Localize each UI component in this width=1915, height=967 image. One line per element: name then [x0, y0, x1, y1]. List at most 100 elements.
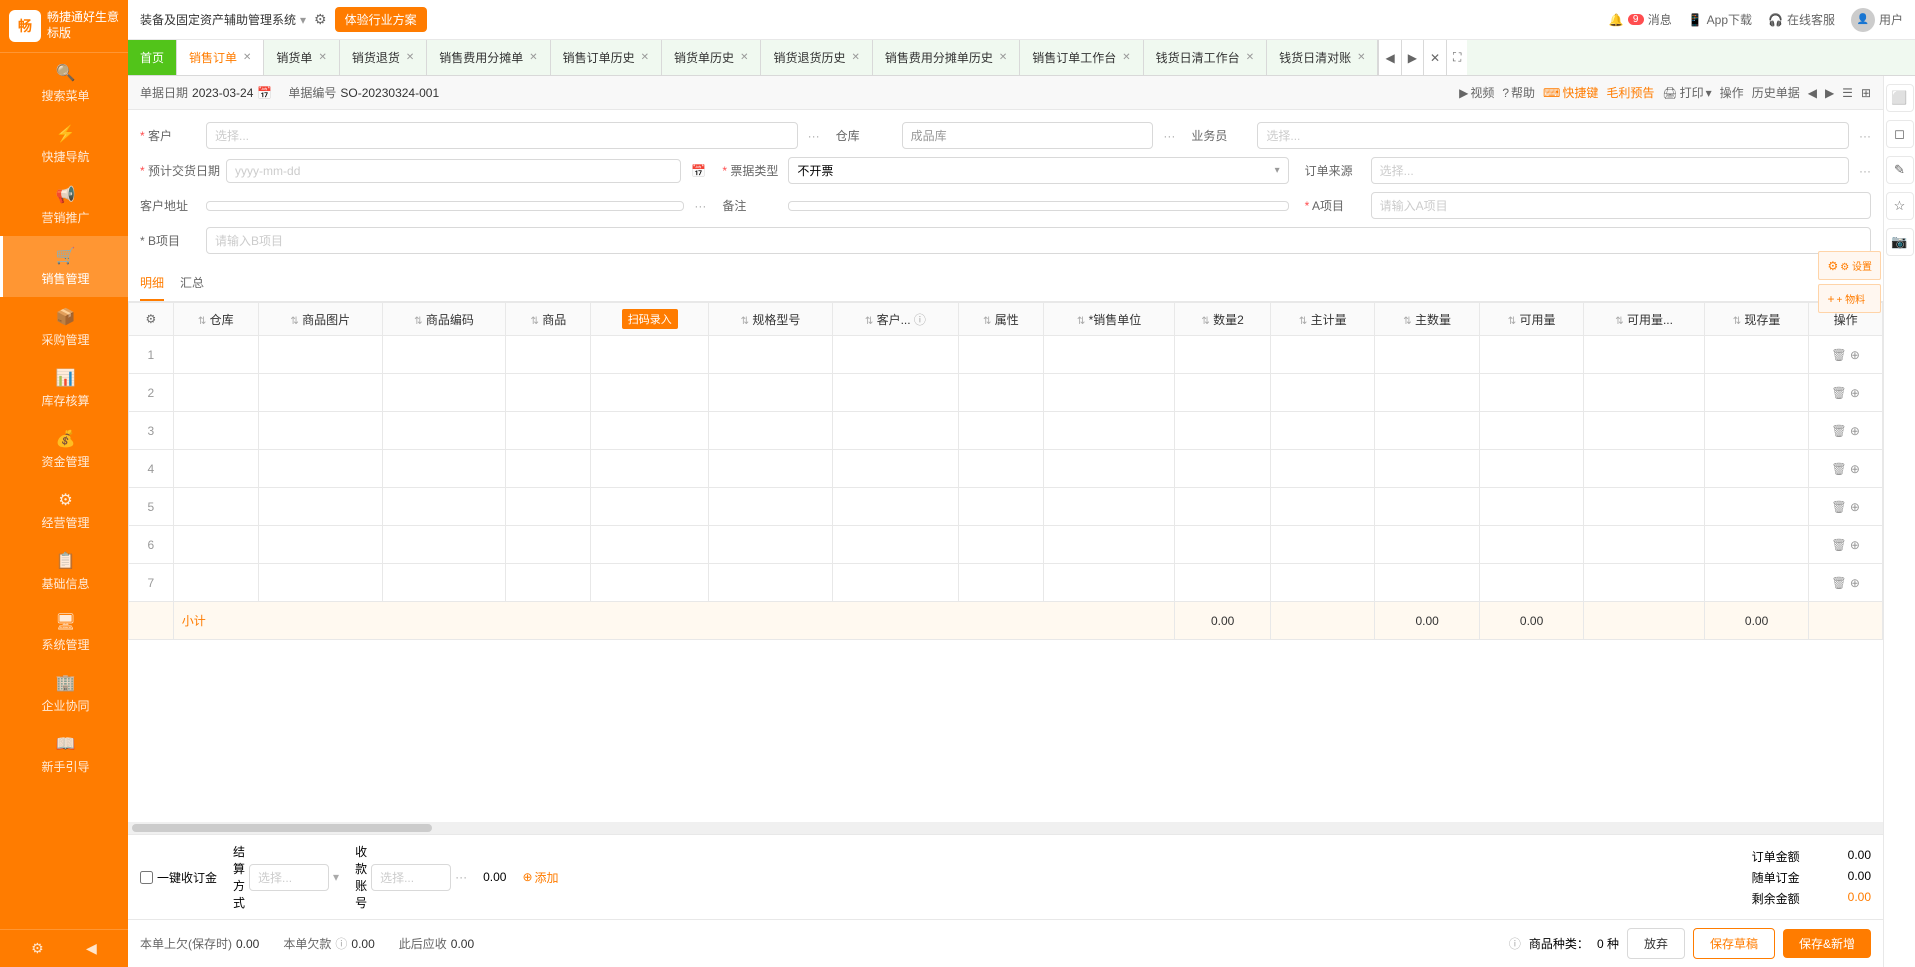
nav-next-icon[interactable]: ▶ — [1825, 86, 1834, 100]
row-unit[interactable] — [1043, 336, 1174, 374]
tab-close-icon[interactable]: ✕ — [1122, 52, 1130, 63]
copy-icon[interactable]: ⊕ — [1850, 348, 1860, 362]
sidebar-item-search[interactable]: 🔍 搜索菜单 — [0, 53, 128, 114]
tab-sales-order-history[interactable]: 销售订单历史 ✕ — [551, 40, 662, 76]
right-panel-icon-5[interactable]: 📷 — [1886, 228, 1914, 256]
sidebar-item-finance[interactable]: 💰 资金管理 — [0, 419, 128, 480]
tab-close-icon[interactable]: ✕ — [1246, 52, 1254, 63]
row-attributes[interactable] — [958, 336, 1043, 374]
shortcut-link[interactable]: ⌨ 快捷键 — [1543, 84, 1598, 101]
customer-input[interactable]: 选择... — [206, 122, 798, 149]
nav-prev-icon[interactable]: ◀ — [1808, 86, 1817, 100]
delete-icon[interactable]: 🗑 — [1831, 500, 1846, 514]
discard-button[interactable]: 放弃 — [1627, 928, 1685, 959]
scan-button[interactable]: 扫码录入 — [622, 309, 678, 329]
sidebar-item-inventory[interactable]: 📊 库存核算 — [0, 358, 128, 419]
note-input[interactable] — [788, 201, 1288, 211]
tab-receivable-workbench[interactable]: 钱货日清工作台 ✕ — [1144, 40, 1267, 76]
industry-button[interactable]: 体验行业方案 — [335, 7, 427, 32]
tab-return-history[interactable]: 销货退货历史 ✕ — [761, 40, 872, 76]
dropdown-icon[interactable]: ▾ — [300, 13, 306, 27]
sidebar-item-system[interactable]: 🖥 系统管理 — [0, 602, 128, 663]
salesperson-expand-icon[interactable]: ··· — [1859, 129, 1871, 143]
add-item-button[interactable]: + + 物料 — [1818, 284, 1881, 313]
b-project-input[interactable]: 请输入B项目 — [206, 227, 1871, 254]
bank-expand-icon[interactable]: ··· — [455, 870, 467, 884]
row-spec[interactable] — [709, 336, 833, 374]
row-qty2[interactable] — [1175, 336, 1271, 374]
row-main-qty[interactable] — [1375, 336, 1479, 374]
view-link[interactable]: ▶ 视频 — [1459, 84, 1494, 101]
th-settings[interactable]: ⚙ — [129, 303, 174, 336]
row-product-image[interactable] — [258, 336, 382, 374]
tab-reconciliation[interactable]: 钱货日清对账 ✕ — [1267, 40, 1378, 76]
tab-close-icon[interactable]: ✕ — [529, 52, 537, 63]
row-product[interactable] — [506, 336, 591, 374]
bank-account-input[interactable]: 选择... — [371, 864, 451, 891]
history-link[interactable]: 历史单据 — [1752, 84, 1800, 101]
tab-sales-order[interactable]: 销售订单 ✕ — [177, 40, 264, 76]
tab-next-btn[interactable]: ▶ — [1401, 40, 1423, 76]
payment-method-input[interactable]: 选择... — [249, 864, 329, 891]
settings-bottom-icon[interactable]: ⚙ — [31, 940, 44, 957]
tab-close-icon[interactable]: ✕ — [740, 52, 748, 63]
user-group[interactable]: 👤 用户 — [1851, 8, 1903, 32]
right-panel-icon-3[interactable]: ✎ — [1886, 156, 1914, 184]
grid-view-icon[interactable]: ⊞ — [1861, 86, 1871, 100]
tab-close-icon[interactable]: ✕ — [318, 52, 326, 63]
warehouse-expand-icon[interactable]: ··· — [1163, 129, 1175, 143]
delete-icon[interactable]: 🗑 — [1831, 462, 1846, 476]
tab-close-icon[interactable]: ✕ — [1357, 52, 1365, 63]
salesperson-input[interactable]: 选择... — [1257, 122, 1849, 149]
profit-link[interactable]: 毛利预告 — [1606, 84, 1654, 101]
order-source-expand-icon[interactable]: ··· — [1859, 164, 1871, 178]
delete-icon[interactable]: 🗑 — [1831, 538, 1846, 552]
order-source-input[interactable]: 选择... — [1371, 157, 1849, 184]
online-service-group[interactable]: 🎧 在线客服 — [1768, 11, 1835, 28]
notification-group[interactable]: 🔔 9 消息 — [1609, 11, 1672, 28]
tab-prev-btn[interactable]: ◀ — [1378, 40, 1400, 76]
tab-detail[interactable]: 明细 — [140, 266, 164, 301]
tab-close-icon[interactable]: ✕ — [641, 52, 649, 63]
warehouse-input[interactable]: 成品库 — [902, 122, 1154, 149]
calendar-icon[interactable]: 📅 — [691, 164, 706, 178]
tab-close-icon[interactable]: ✕ — [406, 52, 414, 63]
copy-icon[interactable]: ⊕ — [1850, 576, 1860, 590]
tab-sales-return[interactable]: 销货退货 ✕ — [340, 40, 427, 76]
copy-icon[interactable]: ⊕ — [1850, 424, 1860, 438]
row-product-code[interactable] — [382, 336, 506, 374]
one-click-collect-label[interactable]: 一键收订金 — [140, 869, 217, 886]
row-warehouse[interactable] — [173, 336, 258, 374]
sidebar-item-base-info[interactable]: 📋 基础信息 — [0, 541, 128, 602]
tab-sales-workbench[interactable]: 销售订单工作台 ✕ — [1020, 40, 1143, 76]
delete-icon[interactable]: 🗑 — [1831, 424, 1846, 438]
tab-invoice-history[interactable]: 销货单历史 ✕ — [662, 40, 761, 76]
delete-icon[interactable]: 🗑 — [1831, 576, 1846, 590]
scroll-thumb[interactable] — [132, 824, 432, 832]
tab-sales-expense[interactable]: 销售费用分摊单 ✕ — [427, 40, 550, 76]
sidebar-item-operations[interactable]: ⚙ 经营管理 — [0, 480, 128, 541]
row-current-stock[interactable] — [1704, 336, 1808, 374]
row-available[interactable] — [1479, 336, 1583, 374]
copy-icon[interactable]: ⊕ — [1850, 500, 1860, 514]
collapse-icon[interactable]: ◀ — [86, 940, 97, 957]
date-value[interactable]: 2023-03-24 — [192, 86, 253, 100]
tab-close-icon[interactable]: ✕ — [999, 52, 1007, 63]
row-customer-code[interactable] — [832, 336, 958, 374]
sidebar-item-guide[interactable]: 📖 新手引导 — [0, 724, 128, 785]
copy-icon[interactable]: ⊕ — [1850, 386, 1860, 400]
right-panel-icon-4[interactable]: ☆ — [1886, 192, 1914, 220]
sidebar-item-enterprise[interactable]: 🏢 企业协同 — [0, 663, 128, 724]
row-available2[interactable] — [1584, 336, 1705, 374]
tab-sales-invoice[interactable]: 销货单 ✕ — [264, 40, 339, 76]
sidebar-item-quick-nav[interactable]: ⚡ 快捷导航 — [0, 114, 128, 175]
sidebar-item-sales[interactable]: 🛒 销售管理 — [0, 236, 128, 297]
save-draft-button[interactable]: 保存草稿 — [1693, 928, 1775, 959]
calendar-icon[interactable]: 📅 — [257, 86, 272, 100]
sidebar-item-marketing[interactable]: 📢 营销推广 — [0, 175, 128, 236]
print-link[interactable]: 🖨 打印 ▾ — [1662, 84, 1711, 101]
list-view-icon[interactable]: ☰ — [1842, 86, 1853, 100]
settings-icon[interactable]: ⚙ — [314, 11, 327, 28]
row-main-unit[interactable] — [1271, 336, 1375, 374]
tab-expense-history[interactable]: 销售费用分摊单历史 ✕ — [873, 40, 1020, 76]
